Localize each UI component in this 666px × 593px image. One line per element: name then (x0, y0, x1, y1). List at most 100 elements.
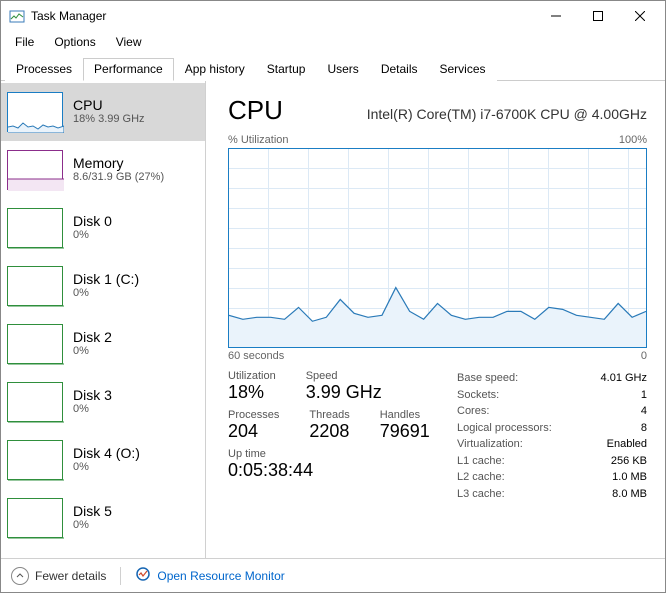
cpu-info-table: Base speed:4.01 GHzSockets:1Cores:4Logic… (457, 370, 647, 502)
chart-label-top-left: % Utilization (228, 134, 289, 146)
sidebar-item-disk-1-c-[interactable]: Disk 1 (C:)0% (1, 257, 205, 315)
disk-thumbnail-icon (7, 266, 63, 306)
info-key: Cores: (457, 403, 489, 420)
mem-thumbnail-icon (7, 150, 63, 190)
info-key: Base speed: (457, 370, 518, 387)
menubar: File Options View (1, 31, 665, 53)
info-key: Sockets: (457, 387, 499, 404)
info-value: 1 (641, 387, 647, 404)
disk-thumbnail-icon (7, 208, 63, 248)
sidebar-item-disk-3[interactable]: Disk 30% (1, 373, 205, 431)
sidebar-item-disk-0[interactable]: Disk 00% (1, 199, 205, 257)
sidebar-item-sub: 0% (73, 403, 112, 416)
menu-view[interactable]: View (106, 33, 152, 51)
sidebar-item-disk-2[interactable]: Disk 20% (1, 315, 205, 373)
chart-label-bot-right: 0 (641, 350, 647, 362)
uptime-value: 0:05:38:44 (228, 460, 457, 481)
open-resource-monitor-link[interactable]: Open Resource Monitor (135, 566, 284, 585)
handles-value: 79691 (380, 421, 430, 442)
info-row: Logical processors: 8 (457, 420, 647, 437)
titlebar: Task Manager (1, 1, 665, 31)
info-row: Virtualization: Enabled (457, 436, 647, 453)
chart-label-top-right: 100% (619, 134, 647, 146)
info-value: Enabled (607, 436, 647, 453)
disk-thumbnail-icon (7, 440, 63, 480)
sidebar-item-sub: 8.6/31.9 GB (27%) (73, 171, 164, 184)
info-value: 4.01 GHz (601, 370, 647, 387)
threads-value: 2208 (309, 421, 349, 442)
tab-users[interactable]: Users (316, 58, 369, 81)
handles-label: Handles (380, 409, 430, 421)
minimize-button[interactable] (535, 2, 577, 30)
sidebar-item-name: Disk 3 (73, 387, 112, 403)
info-row: Base speed: 4.01 GHz (457, 370, 647, 387)
info-value: 8.0 MB (612, 486, 647, 503)
info-key: Virtualization: (457, 436, 523, 453)
info-value: 4 (641, 403, 647, 420)
tab-startup[interactable]: Startup (256, 58, 317, 81)
disk-thumbnail-icon (7, 324, 63, 364)
sidebar-item-disk-5[interactable]: Disk 50% (1, 489, 205, 547)
utilization-value: 18% (228, 382, 276, 403)
cpu-utilization-chart[interactable] (228, 148, 647, 348)
info-value: 256 KB (611, 453, 647, 470)
cpu-model: Intel(R) Core(TM) i7-6700K CPU @ 4.00GHz (367, 106, 647, 122)
disk-thumbnail-icon (7, 382, 63, 422)
resource-monitor-icon (135, 566, 151, 585)
detail-pane: CPU Intel(R) Core(TM) i7-6700K CPU @ 4.0… (206, 81, 665, 558)
info-row: L3 cache: 8.0 MB (457, 486, 647, 503)
sidebar-item-disk-4-o-[interactable]: Disk 4 (O:)0% (1, 431, 205, 489)
bottombar: Fewer details Open Resource Monitor (1, 558, 665, 592)
info-row: L1 cache: 256 KB (457, 453, 647, 470)
window-title: Task Manager (31, 9, 535, 23)
sidebar-item-cpu[interactable]: CPU18% 3.99 GHz (1, 83, 205, 141)
sidebar-item-name: Disk 5 (73, 503, 112, 519)
app-icon (9, 8, 25, 24)
speed-label: Speed (306, 370, 382, 382)
tab-services[interactable]: Services (429, 58, 497, 81)
cpu-thumbnail-icon (7, 92, 63, 132)
menu-options[interactable]: Options (44, 33, 105, 51)
fewer-details-button[interactable]: Fewer details (11, 567, 106, 585)
threads-label: Threads (309, 409, 349, 421)
sidebar-item-name: Disk 1 (C:) (73, 271, 139, 287)
fewer-details-label: Fewer details (35, 569, 106, 583)
sidebar-item-sub: 0% (73, 461, 140, 474)
sidebar-item-name: Disk 0 (73, 213, 112, 229)
info-row: Sockets: 1 (457, 387, 647, 404)
open-resource-monitor-label: Open Resource Monitor (157, 569, 284, 583)
sidebar-item-sub: 0% (73, 519, 112, 532)
sidebar-item-sub: 0% (73, 229, 112, 242)
sidebar-item-name: Disk 2 (73, 329, 112, 345)
sidebar-item-sub: 0% (73, 345, 112, 358)
info-key: L2 cache: (457, 469, 505, 486)
processes-label: Processes (228, 409, 279, 421)
sidebar[interactable]: CPU18% 3.99 GHzMemory8.6/31.9 GB (27%)Di… (1, 81, 206, 558)
info-key: L3 cache: (457, 486, 505, 503)
info-key: Logical processors: (457, 420, 552, 437)
sidebar-item-sub: 0% (73, 287, 139, 300)
tab-app-history[interactable]: App history (174, 58, 256, 81)
info-value: 8 (641, 420, 647, 437)
info-row: Cores: 4 (457, 403, 647, 420)
separator (120, 567, 121, 585)
chevron-up-icon (11, 567, 29, 585)
disk-thumbnail-icon (7, 498, 63, 538)
tab-details[interactable]: Details (370, 58, 429, 81)
maximize-button[interactable] (577, 2, 619, 30)
chart-label-bot-left: 60 seconds (228, 350, 284, 362)
info-row: L2 cache:1.0 MB (457, 469, 647, 486)
uptime-label: Up time (228, 448, 457, 460)
tab-performance[interactable]: Performance (83, 58, 174, 81)
sidebar-item-name: Disk 4 (O:) (73, 445, 140, 461)
utilization-label: Utilization (228, 370, 276, 382)
info-key: L1 cache: (457, 453, 505, 470)
menu-file[interactable]: File (5, 33, 44, 51)
sidebar-item-memory[interactable]: Memory8.6/31.9 GB (27%) (1, 141, 205, 199)
sidebar-item-name: Memory (73, 155, 164, 171)
close-button[interactable] (619, 2, 661, 30)
processes-value: 204 (228, 421, 279, 442)
sidebar-item-name: CPU (73, 97, 145, 113)
sidebar-item-sub: 18% 3.99 GHz (73, 113, 145, 126)
tab-processes[interactable]: Processes (5, 58, 83, 81)
